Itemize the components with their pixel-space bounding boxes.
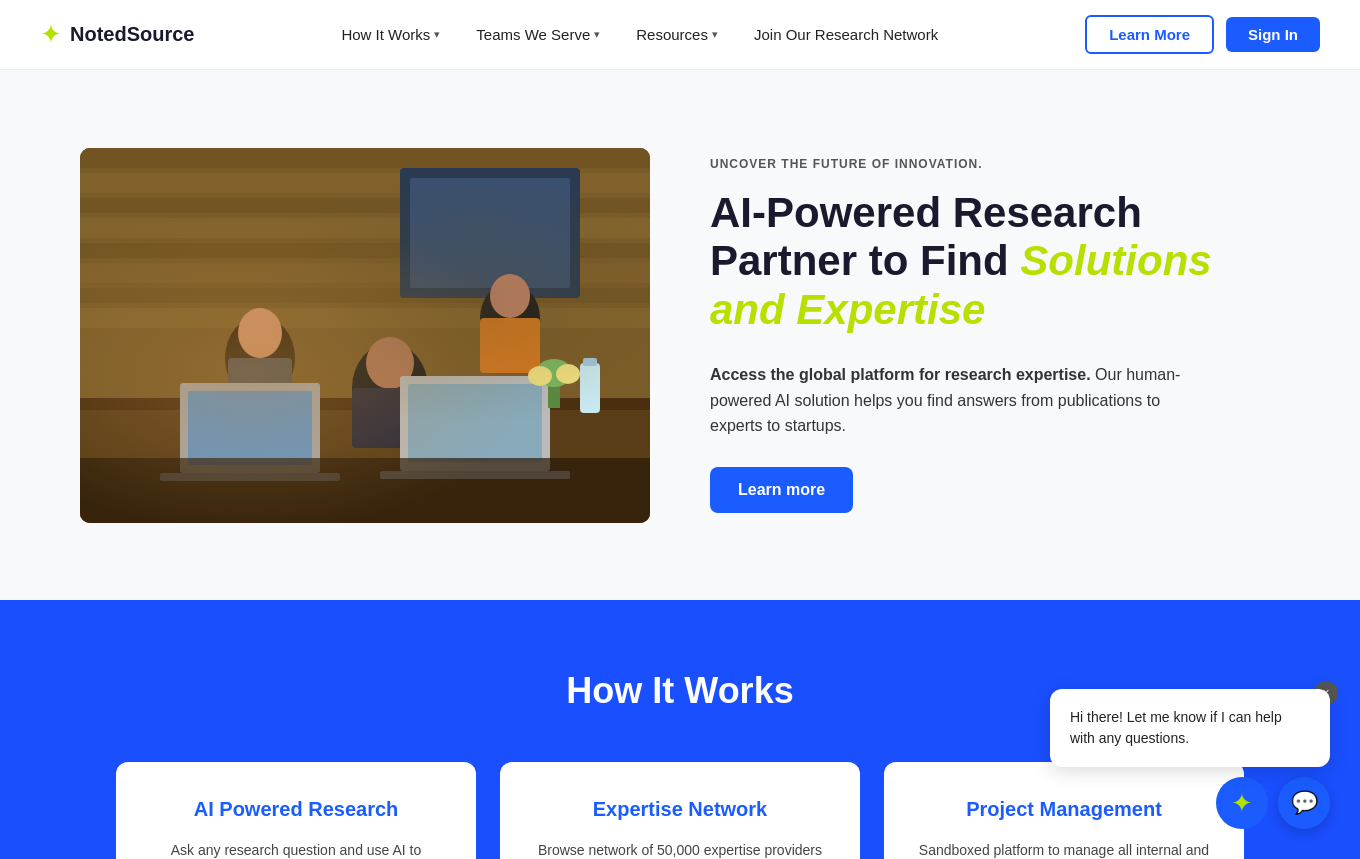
svg-point-16 bbox=[480, 283, 540, 353]
svg-rect-9 bbox=[400, 168, 580, 298]
svg-rect-6 bbox=[80, 263, 650, 283]
card-desc-expertise: Browse network of 50,000 expertise provi… bbox=[528, 839, 832, 859]
svg-point-13 bbox=[225, 316, 295, 400]
svg-rect-4 bbox=[80, 218, 650, 238]
chat-footer: ✦ 💬 bbox=[1216, 777, 1330, 829]
svg-rect-27 bbox=[380, 471, 570, 479]
svg-rect-15 bbox=[228, 358, 292, 408]
svg-rect-2 bbox=[80, 173, 650, 193]
hero-desc-bold: Access the global platform for research … bbox=[710, 366, 1091, 383]
card-ai-powered-research: AI Powered Research Ask any research que… bbox=[116, 762, 476, 859]
nav-label-teams-we-serve: Teams We Serve bbox=[476, 26, 590, 43]
chat-widget: × Hi there! Let me know if I can help wi… bbox=[1050, 689, 1330, 829]
star-icon: ✦ bbox=[1231, 788, 1253, 819]
svg-rect-1 bbox=[80, 148, 650, 168]
card-desc-project: Sandboxed platform to manage all interna… bbox=[912, 839, 1216, 859]
chat-avatar[interactable]: ✦ bbox=[1216, 777, 1268, 829]
sign-in-button[interactable]: Sign In bbox=[1226, 17, 1320, 52]
chat-icon: 💬 bbox=[1291, 790, 1318, 816]
svg-point-17 bbox=[490, 274, 530, 318]
nav-item-how-it-works[interactable]: How It Works ▾ bbox=[323, 0, 458, 70]
chevron-down-icon: ▾ bbox=[594, 28, 600, 41]
card-title-expertise: Expertise Network bbox=[528, 798, 832, 821]
svg-rect-12 bbox=[80, 398, 650, 410]
svg-rect-3 bbox=[80, 198, 650, 213]
svg-rect-11 bbox=[80, 403, 650, 523]
svg-rect-10 bbox=[410, 178, 570, 288]
svg-rect-25 bbox=[400, 376, 550, 471]
svg-point-19 bbox=[352, 343, 428, 433]
nav-item-join-research-network[interactable]: Join Our Research Network bbox=[736, 0, 956, 70]
hero-section: UNCOVER THE FUTURE OF INNOVATION. AI-Pow… bbox=[0, 70, 1360, 600]
logo-text: NotedSource bbox=[70, 23, 194, 46]
chat-message: Hi there! Let me know if I can help with… bbox=[1070, 709, 1282, 746]
svg-point-32 bbox=[528, 366, 552, 386]
nav-item-teams-we-serve[interactable]: Teams We Serve ▾ bbox=[458, 0, 618, 70]
svg-rect-29 bbox=[583, 358, 597, 366]
svg-rect-0 bbox=[80, 148, 650, 523]
hero-illustration bbox=[80, 148, 650, 523]
svg-rect-24 bbox=[160, 473, 340, 481]
svg-rect-21 bbox=[352, 388, 428, 448]
svg-point-31 bbox=[536, 359, 572, 387]
svg-rect-28 bbox=[580, 363, 600, 413]
svg-rect-22 bbox=[180, 383, 320, 473]
hero-image bbox=[80, 148, 650, 523]
nav-label-join-research-network: Join Our Research Network bbox=[754, 26, 938, 43]
logo[interactable]: ✦ NotedSource bbox=[40, 19, 194, 50]
svg-rect-30 bbox=[548, 378, 560, 408]
chat-open-button[interactable]: 💬 bbox=[1278, 777, 1330, 829]
hero-title: AI-Powered Research Partner to Find Solu… bbox=[710, 189, 1280, 334]
svg-point-20 bbox=[366, 337, 414, 389]
navbar: ✦ NotedSource How It Works ▾ Teams We Se… bbox=[0, 0, 1360, 70]
hero-eyebrow: UNCOVER THE FUTURE OF INNOVATION. bbox=[710, 157, 1280, 171]
chat-bubble-container: × Hi there! Let me know if I can help wi… bbox=[1050, 689, 1330, 767]
nav-actions: Learn More Sign In bbox=[1085, 15, 1320, 54]
svg-rect-8 bbox=[80, 308, 650, 328]
nav-links: How It Works ▾ Teams We Serve ▾ Resource… bbox=[323, 0, 956, 70]
chat-bubble: Hi there! Let me know if I can help with… bbox=[1050, 689, 1330, 767]
hero-content: UNCOVER THE FUTURE OF INNOVATION. AI-Pow… bbox=[650, 157, 1280, 513]
svg-point-33 bbox=[556, 364, 580, 384]
hero-description: Access the global platform for research … bbox=[710, 362, 1210, 439]
nav-item-resources[interactable]: Resources ▾ bbox=[618, 0, 736, 70]
hero-photo bbox=[80, 148, 650, 523]
card-title-ai: AI Powered Research bbox=[144, 798, 448, 821]
svg-rect-5 bbox=[80, 243, 650, 258]
logo-star-icon: ✦ bbox=[40, 19, 62, 50]
card-desc-ai: Ask any research question and use AI to … bbox=[144, 839, 448, 859]
learn-more-cta-button[interactable]: Learn more bbox=[710, 467, 853, 513]
chevron-down-icon: ▾ bbox=[434, 28, 440, 41]
svg-point-14 bbox=[238, 308, 282, 358]
nav-label-resources: Resources bbox=[636, 26, 708, 43]
svg-rect-7 bbox=[80, 288, 650, 303]
nav-label-how-it-works: How It Works bbox=[341, 26, 430, 43]
svg-rect-23 bbox=[188, 391, 312, 465]
svg-rect-34 bbox=[80, 458, 650, 523]
chevron-down-icon: ▾ bbox=[712, 28, 718, 41]
svg-rect-26 bbox=[408, 384, 542, 462]
learn-more-button[interactable]: Learn More bbox=[1085, 15, 1214, 54]
card-expertise-network: Expertise Network Browse network of 50,0… bbox=[500, 762, 860, 859]
svg-rect-18 bbox=[480, 318, 540, 373]
